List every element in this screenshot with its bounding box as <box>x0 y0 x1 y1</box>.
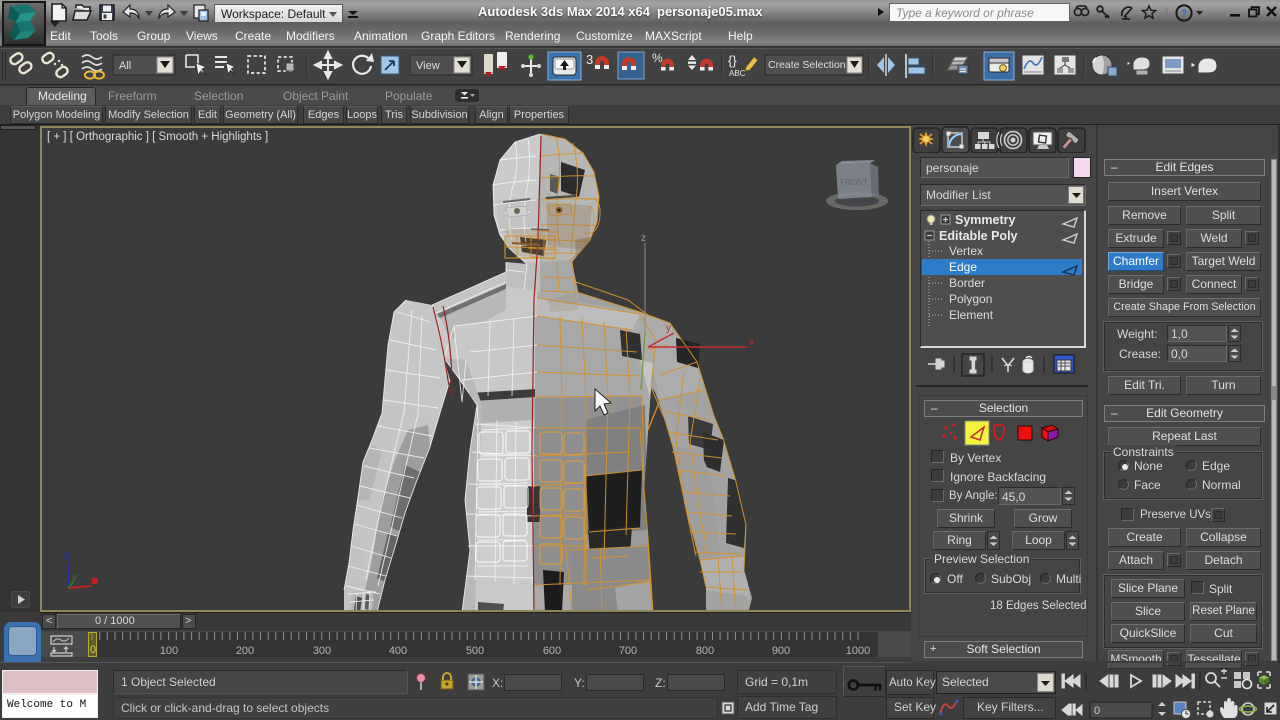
svg-text:200: 200 <box>236 645 254 657</box>
svg-text:3: 3 <box>586 52 593 67</box>
svg-text:Element: Element <box>949 308 994 322</box>
svg-text:x: x <box>749 337 754 348</box>
svg-text:700: 700 <box>619 645 637 657</box>
svg-text:Polygon: Polygon <box>949 292 992 306</box>
svg-text:Vertex: Vertex <box>949 244 983 258</box>
svg-text:All: All <box>119 60 131 72</box>
svg-text:y: y <box>666 323 671 334</box>
svg-text:800: 800 <box>696 645 714 657</box>
svg-text:Edge: Edge <box>949 260 977 274</box>
svg-text:500: 500 <box>466 645 484 657</box>
svg-text:Symmetry: Symmetry <box>955 213 1015 227</box>
svg-text:Editable Poly: Editable Poly <box>939 229 1018 243</box>
svg-text:View: View <box>416 60 440 72</box>
svg-text:100: 100 <box>160 645 178 657</box>
svg-text:600: 600 <box>543 645 561 657</box>
svg-text:300: 300 <box>313 645 331 657</box>
svg-text:y: y <box>71 572 78 583</box>
svg-text:0: 0 <box>1094 705 1100 717</box>
svg-text:900: 900 <box>772 645 790 657</box>
svg-text:1000: 1000 <box>846 645 870 657</box>
svg-text:z: z <box>64 550 70 562</box>
svg-text:ABC: ABC <box>729 69 746 78</box>
svg-text:FRONT: FRONT <box>840 178 868 187</box>
svg-text:{}: {} <box>728 53 737 68</box>
svg-text:?: ? <box>1181 8 1188 20</box>
svg-text:z: z <box>641 233 646 244</box>
svg-text:400: 400 <box>389 645 407 657</box>
svg-text:Border: Border <box>949 276 985 290</box>
